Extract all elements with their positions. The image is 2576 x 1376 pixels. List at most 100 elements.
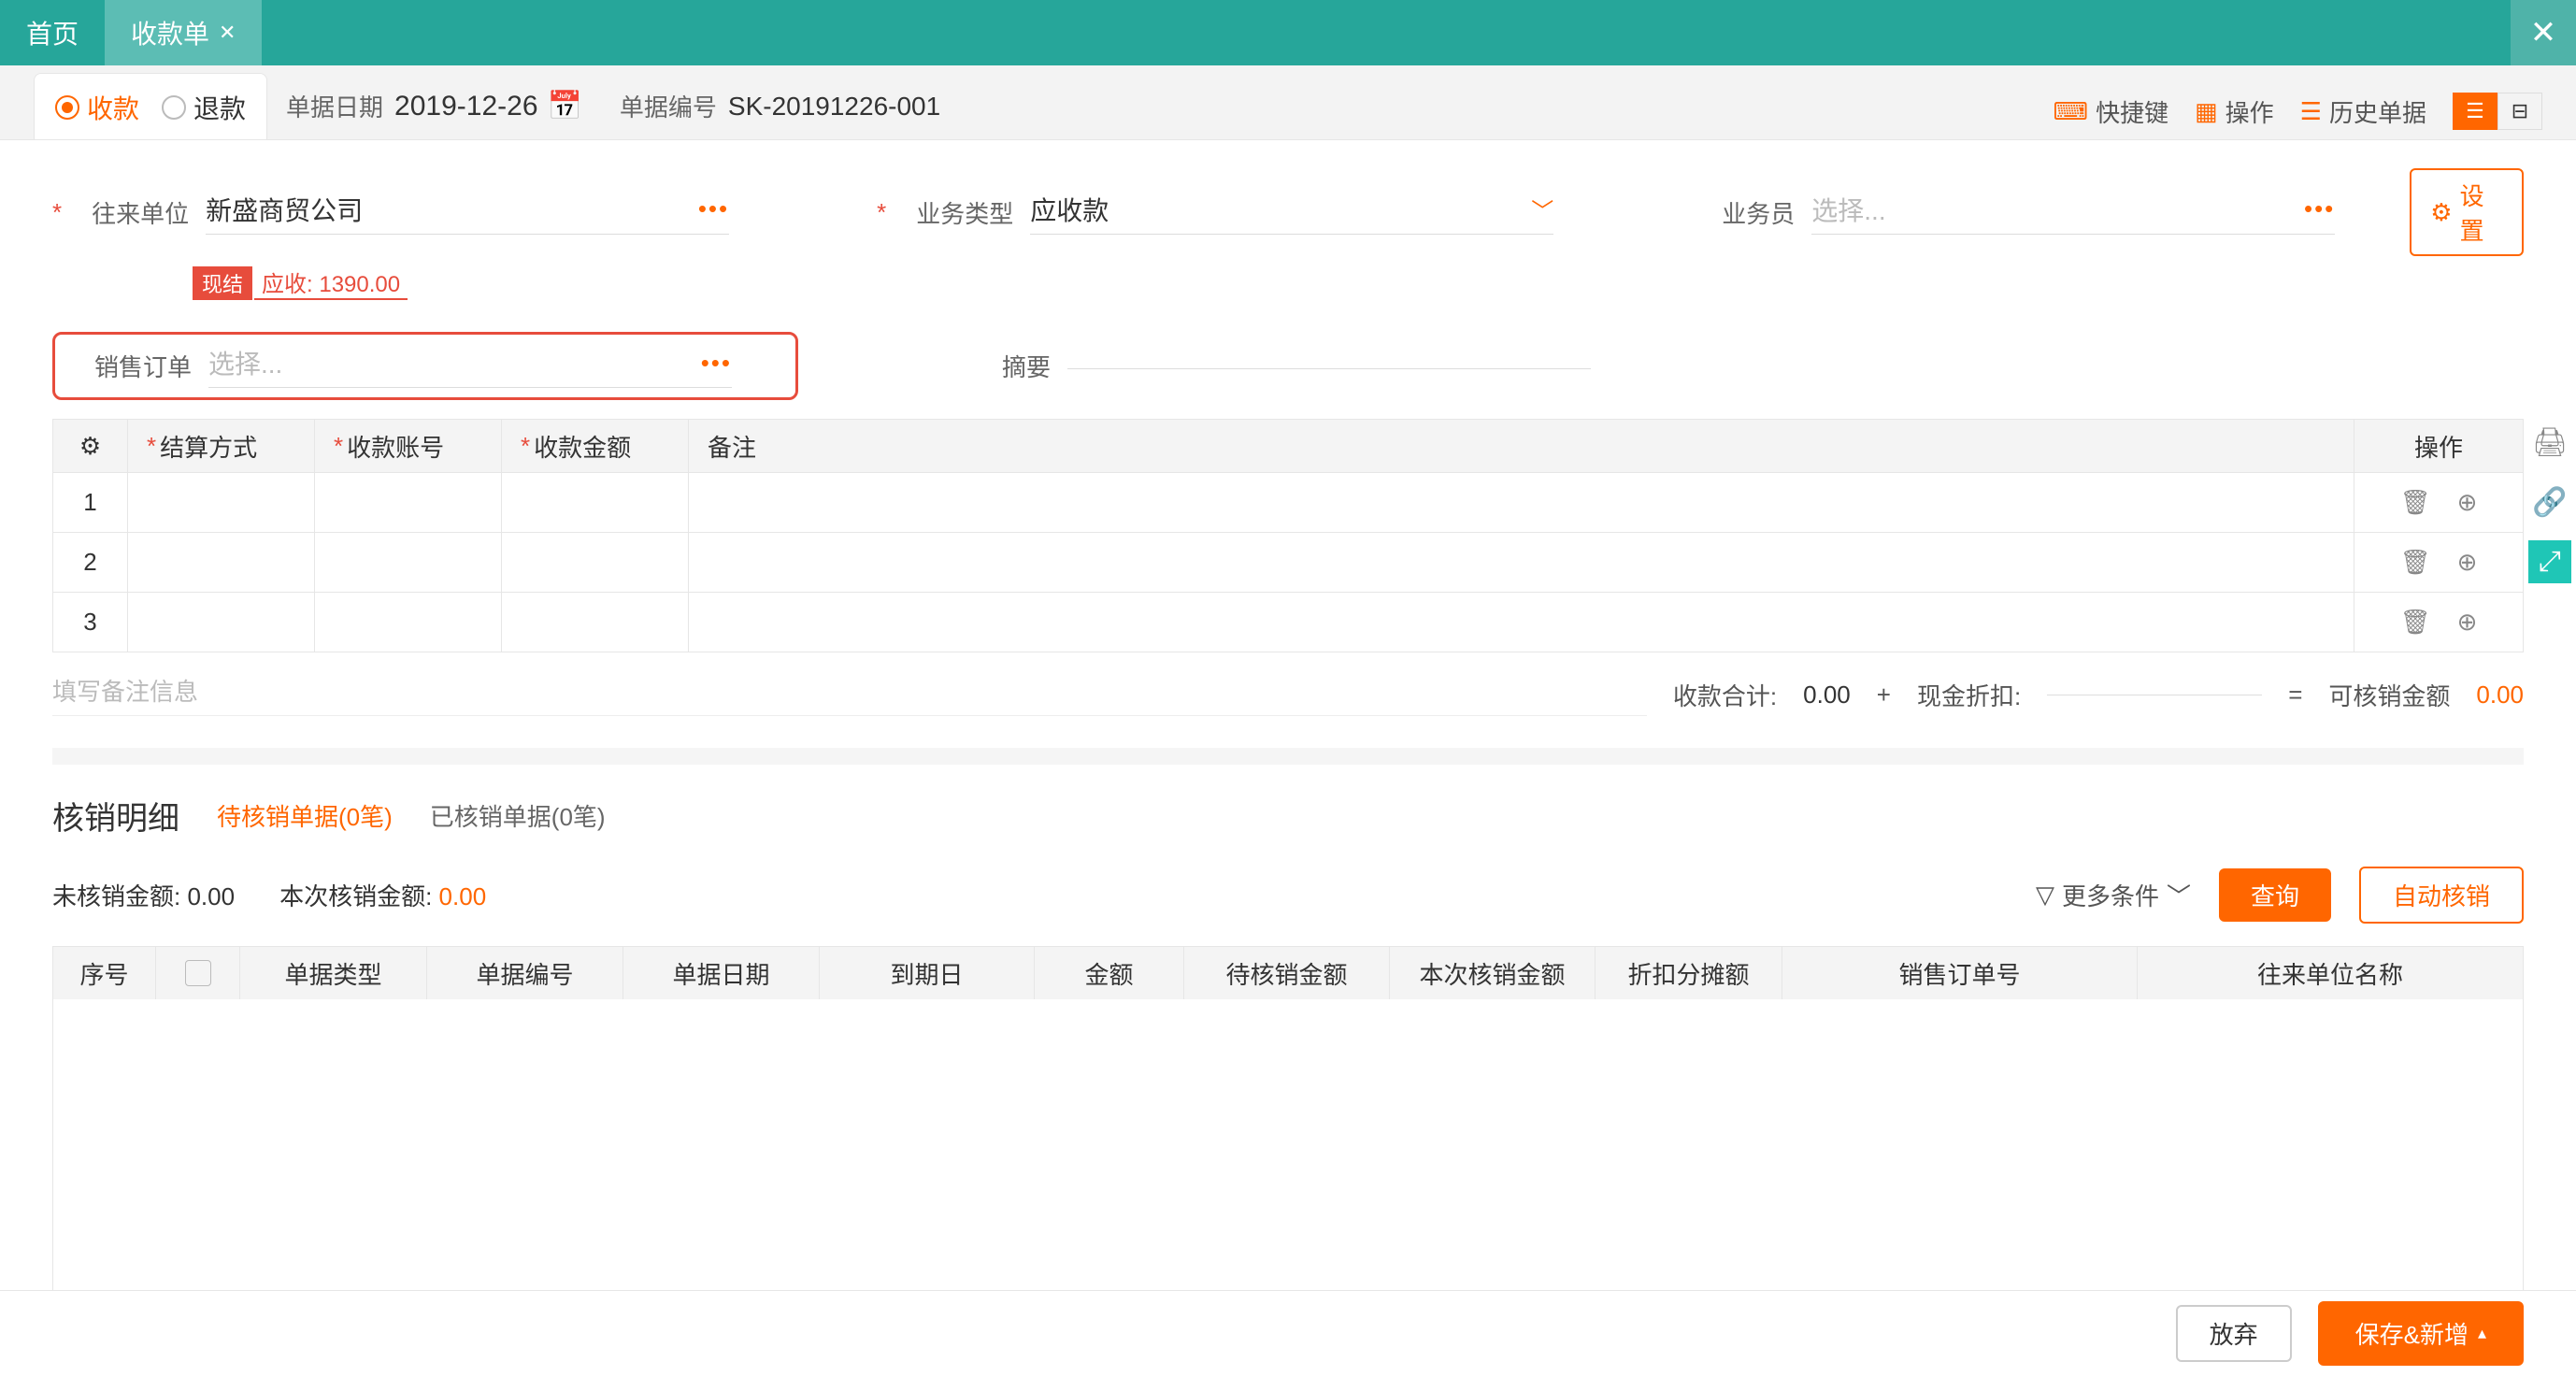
vcol-date: 单据日期 [623, 947, 820, 999]
table-row[interactable]: 2 🗑 ⊕ [53, 532, 2523, 592]
summary-row: 填写备注信息 收款合计: 0.00 + 现金折扣: = 可核销金额 0.00 [0, 652, 2576, 748]
operate-button[interactable]: ▦操作 [2195, 94, 2274, 129]
plus-sign: + [1877, 681, 1891, 710]
tab-receipt[interactable]: 收款单 ✕ [105, 0, 262, 65]
calendar-icon[interactable]: 📅 [548, 90, 582, 122]
discard-button[interactable]: 放弃 [2176, 1305, 2292, 1362]
salesperson-label: 业务员 [1701, 195, 1795, 230]
summary-label: 摘要 [929, 349, 1051, 383]
vcol-discount: 折扣分摊额 [1596, 947, 1782, 999]
equals-sign: = [2288, 681, 2302, 710]
vcol-pending: 待核销金额 [1184, 947, 1390, 999]
biztype-select[interactable]: 应收款 ﹀ [1030, 191, 1553, 235]
more-icon[interactable]: ••• [698, 194, 729, 223]
more-icon[interactable]: ••• [2304, 194, 2335, 223]
save-and-new-button[interactable]: 保存&新增▴ [2318, 1301, 2524, 1366]
more-filter-button[interactable]: ▽更多条件﹀ [2036, 878, 2191, 912]
print-icon[interactable]: 🖨 [2528, 421, 2571, 464]
vcol-due: 到期日 [820, 947, 1035, 999]
pending-amount-label: 未核销金额: 0.00 [52, 878, 235, 912]
doc-no-value: SK-20191226-001 [728, 92, 940, 122]
required-star: * [52, 198, 62, 227]
discount-label: 现金折扣: [1917, 678, 2021, 712]
row-index: 1 [53, 473, 128, 532]
side-tools: 🖨 🔗 ⤢ [2524, 411, 2576, 583]
cash-badge: 现结 [193, 266, 252, 300]
vcol-customer: 往来单位名称 [2138, 947, 2523, 999]
radio-receive[interactable]: 收款 [55, 89, 139, 126]
customer-label: 往来单位 [67, 195, 189, 230]
biztype-label: 业务类型 [892, 195, 1013, 230]
vcol-this: 本次核销金额 [1390, 947, 1596, 999]
writeoff-value: 0.00 [2476, 681, 2524, 710]
tab-done[interactable]: 已核销单据(0笔) [430, 798, 606, 833]
delete-icon[interactable]: 🗑 [2400, 488, 2431, 517]
vcol-no: 单据编号 [427, 947, 623, 999]
chevron-down-icon: ﹀ [2167, 878, 2191, 912]
auto-verify-button[interactable]: 自动核销 [2359, 867, 2524, 924]
salesperson-input[interactable]: 选择... ••• [1811, 191, 2335, 235]
add-row-icon[interactable]: ⊕ [2457, 488, 2478, 517]
total-value: 0.00 [1803, 681, 1851, 710]
footer-bar: 放弃 保存&新增▴ [0, 1290, 2576, 1376]
vcol-type: 单据类型 [240, 947, 427, 999]
table-row[interactable]: 3 🗑 ⊕ [53, 592, 2523, 652]
notes-input[interactable]: 填写备注信息 [52, 673, 1647, 716]
delete-icon[interactable]: 🗑 [2400, 548, 2431, 577]
expand-icon[interactable]: ⤢ [2528, 540, 2571, 583]
customer-input[interactable]: 新盛商贸公司 ••• [206, 191, 729, 235]
vcol-seq: 序号 [53, 947, 156, 999]
payment-table: ⚙ 结算方式 收款账号 收款金额 备注 操作 1 🗑⊕ 2 🗑⊕ 3 🗑⊕ [52, 419, 2524, 652]
form-area: * 往来单位 新盛商贸公司 ••• * 业务类型 应收款 ﹀ 业务员 选择... [0, 140, 2576, 400]
caret-up-icon: ▴ [2478, 1324, 2486, 1343]
more-icon[interactable]: ••• [701, 349, 732, 378]
total-label: 收款合计: [1673, 678, 1777, 712]
verification-table: 序号 单据类型 单据编号 单据日期 到期日 金额 待核销金额 本次核销金额 折扣… [52, 946, 2524, 1309]
settings-button[interactable]: ⚙设置 [2410, 168, 2524, 256]
summary-input[interactable] [1067, 363, 1591, 369]
col-account: 收款账号 [315, 420, 502, 472]
vcol-amount: 金额 [1035, 947, 1184, 999]
doc-date-value[interactable]: 2019-12-26 [394, 91, 537, 122]
row-index: 2 [53, 533, 128, 592]
writeoff-label: 可核销金额 [2328, 678, 2450, 712]
sales-order-highlight: 销售订单 选择... ••• [52, 332, 798, 400]
view-detail-button[interactable]: ⊟ [2497, 93, 2542, 130]
col-settle-method: 结算方式 [128, 420, 315, 472]
table-row[interactable]: 1 🗑 ⊕ [53, 472, 2523, 532]
doc-no-label: 单据编号 [620, 89, 717, 123]
tab-pending[interactable]: 待核销单据(0笔) [217, 798, 393, 833]
gear-icon: ⚙ [2430, 198, 2452, 227]
top-tab-bar: 首页 收款单 ✕ ✕ [0, 0, 2576, 65]
vcol-order: 销售订单号 [1782, 947, 2138, 999]
chevron-down-icon[interactable]: ﹀ [1531, 193, 1553, 225]
query-button[interactable]: 查询 [2219, 868, 2331, 922]
link-icon[interactable]: 🔗 [2528, 480, 2571, 523]
customer-badges: 现结 应收: 1390.00 [193, 265, 2524, 300]
view-toggle: ☰ ⊟ [2453, 93, 2542, 130]
sub-header: 收款 退款 单据日期 2019-12-26 📅 单据编号 SK-20191226… [0, 65, 2576, 140]
add-row-icon[interactable]: ⊕ [2457, 548, 2478, 577]
window-close-button[interactable]: ✕ [2511, 0, 2576, 65]
close-icon[interactable]: ✕ [219, 21, 236, 45]
delete-icon[interactable]: 🗑 [2400, 608, 2431, 637]
radio-refund[interactable]: 退款 [162, 89, 246, 126]
verification-table-body [53, 999, 2523, 1308]
keyboard-icon: ⌨ [2054, 97, 2089, 126]
list-icon: ☰ [2300, 97, 2322, 126]
table-settings-icon[interactable]: ⚙ [53, 420, 128, 472]
shortcut-button[interactable]: ⌨快捷键 [2054, 94, 2169, 129]
col-ops: 操作 [2354, 420, 2523, 472]
verification-title: 核销明细 [52, 793, 179, 838]
view-list-button[interactable]: ☰ [2453, 93, 2497, 130]
select-all-checkbox[interactable] [185, 960, 211, 986]
row-index: 3 [53, 593, 128, 652]
sales-order-input[interactable]: 选择... ••• [208, 344, 732, 388]
history-button[interactable]: ☰历史单据 [2300, 94, 2426, 129]
tab-home[interactable]: 首页 [0, 0, 105, 65]
sales-order-label: 销售订单 [70, 349, 192, 383]
add-row-icon[interactable]: ⊕ [2457, 608, 2478, 637]
doc-date-label: 单据日期 [286, 89, 383, 123]
required-star: * [877, 198, 886, 227]
this-amount-label: 本次核销金额: 0.00 [279, 878, 486, 912]
